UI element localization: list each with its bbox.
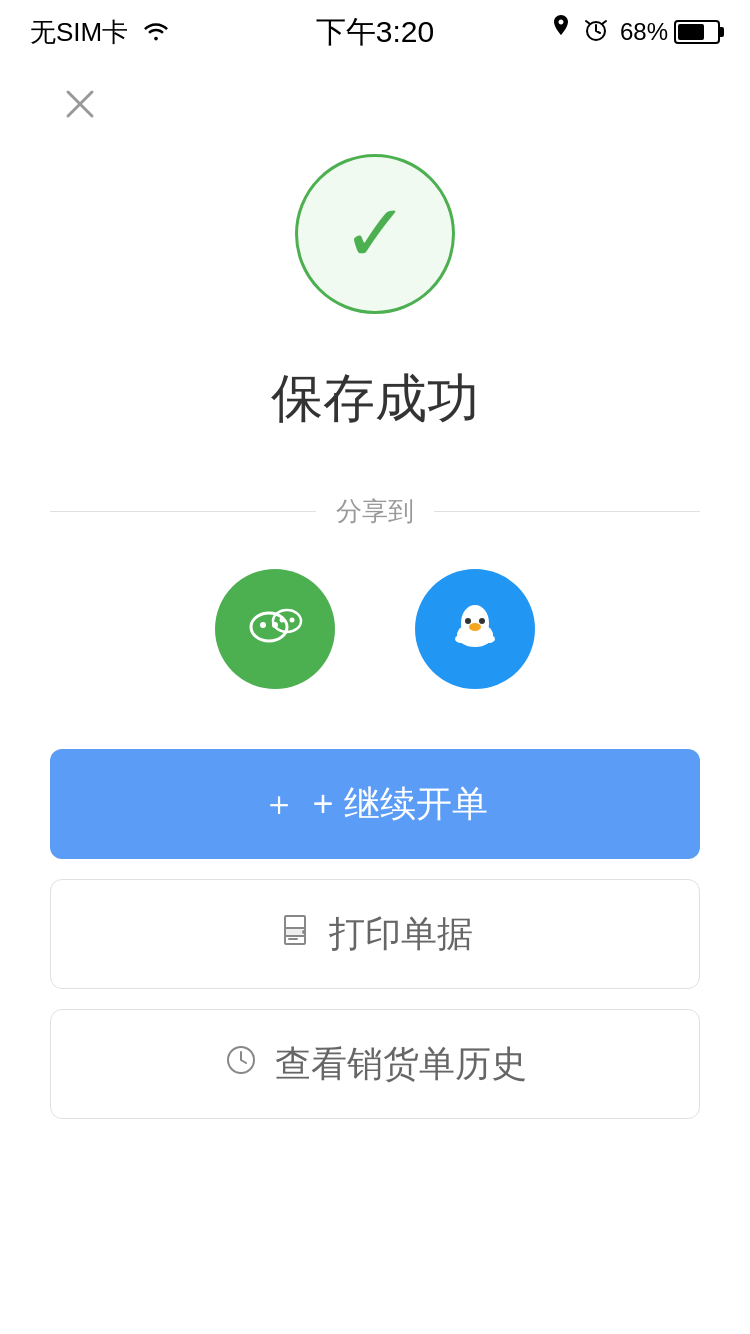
carrier-text: 无SIM卡 — [30, 15, 128, 50]
svg-point-13 — [469, 623, 481, 631]
alarm-icon — [582, 15, 610, 49]
share-label: 分享到 — [336, 494, 414, 529]
status-bar: 无SIM卡 下午3:20 68% — [0, 0, 750, 64]
checkmark-icon: ✓ — [342, 194, 409, 274]
status-time: 下午3:20 — [316, 12, 434, 53]
print-icon — [277, 912, 313, 956]
svg-point-14 — [455, 635, 467, 643]
svg-point-7 — [280, 618, 285, 623]
main-content: ✓ 保存成功 分享到 — [0, 64, 750, 1119]
success-title: 保存成功 — [271, 364, 479, 434]
svg-point-11 — [465, 618, 471, 624]
continue-button[interactable]: ＋ + 继续开单 — [50, 749, 700, 859]
svg-rect-19 — [288, 938, 298, 940]
print-label: 打印单据 — [329, 910, 473, 959]
divider-right — [434, 511, 700, 512]
divider-left — [50, 511, 316, 512]
svg-point-5 — [260, 622, 266, 628]
svg-point-20 — [302, 930, 306, 934]
action-buttons: ＋ + 继续开单 打印单据 — [0, 749, 750, 1119]
battery-icon — [674, 20, 720, 44]
svg-point-15 — [483, 635, 495, 643]
wechat-share-button[interactable] — [215, 569, 335, 689]
success-circle: ✓ — [295, 154, 455, 314]
plus-icon: ＋ — [262, 781, 296, 827]
history-button[interactable]: 查看销货单历史 — [50, 1009, 700, 1119]
history-label: 查看销货单历史 — [275, 1040, 527, 1089]
svg-point-3 — [251, 613, 287, 641]
svg-point-12 — [479, 618, 485, 624]
status-right: 68% — [550, 15, 720, 49]
print-button[interactable]: 打印单据 — [50, 879, 700, 989]
status-left: 无SIM卡 — [30, 15, 172, 50]
continue-label: + 继续开单 — [312, 780, 487, 829]
share-icons — [215, 569, 535, 689]
svg-rect-18 — [288, 935, 302, 937]
qq-share-button[interactable] — [415, 569, 535, 689]
close-button[interactable] — [50, 74, 110, 134]
battery-percent: 68% — [620, 18, 668, 46]
share-section: 分享到 — [0, 494, 750, 689]
wifi-icon — [140, 17, 172, 48]
svg-point-8 — [290, 618, 295, 623]
location-icon — [550, 15, 572, 49]
divider-row: 分享到 — [50, 494, 700, 529]
svg-rect-16 — [285, 916, 305, 928]
battery-indicator: 68% — [620, 18, 720, 46]
history-icon — [223, 1042, 259, 1086]
svg-point-6 — [272, 622, 278, 628]
